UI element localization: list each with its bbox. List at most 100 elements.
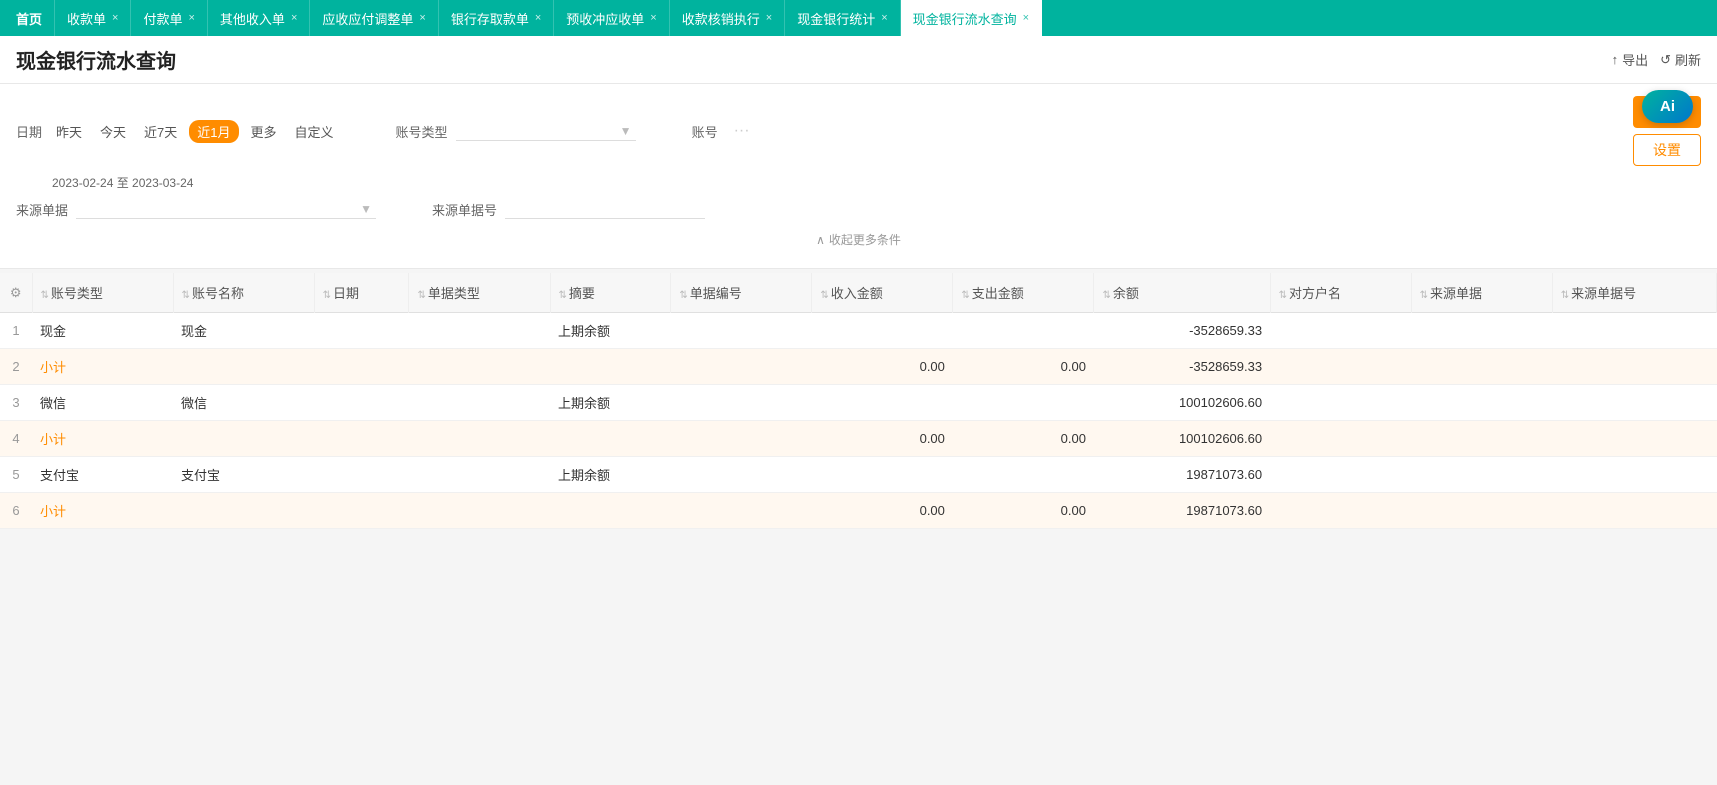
table-cell — [1270, 385, 1411, 421]
date-label: 日期 — [16, 122, 42, 141]
table-cell — [1411, 349, 1552, 385]
table-body: 1现金现金上期余额-3528659.332小计0.000.00-3528659.… — [0, 313, 1717, 529]
nav-tab-0-close[interactable]: × — [112, 12, 118, 24]
date-range-display: 2023-02-24 至 2023-03-24 — [52, 174, 193, 191]
col-counterparty: ⇅对方户名 — [1270, 273, 1411, 313]
table-cell — [1411, 385, 1552, 421]
table-cell — [953, 313, 1094, 349]
nav-tab-7-close[interactable]: × — [881, 12, 887, 24]
table-row: 5支付宝支付宝上期余额19871073.60 — [0, 457, 1717, 493]
account-type-filter: 账号类型 ▼ — [396, 122, 636, 141]
table-cell: 0.00 — [953, 493, 1094, 529]
nav-home[interactable]: 首页 — [4, 0, 55, 36]
nav-tab-0[interactable]: 收款单 × — [55, 0, 131, 36]
source-doc-select[interactable]: ▼ — [76, 200, 376, 219]
table-cell — [409, 421, 550, 457]
ai-button[interactable]: Ai — [1642, 90, 1693, 123]
setting-button[interactable]: 设置 — [1633, 134, 1701, 166]
table-cell — [1411, 457, 1552, 493]
nav-tab-6[interactable]: 收款核销执行 × — [670, 0, 785, 36]
table-cell: -3528659.33 — [1094, 349, 1270, 385]
refresh-button[interactable]: ↺ 刷新 — [1660, 50, 1701, 69]
table-cell — [173, 493, 314, 529]
nav-home-label: 首页 — [16, 9, 42, 28]
nav-tab-2-label: 其他收入单 — [220, 9, 285, 28]
table-cell: 上期余额 — [550, 457, 671, 493]
source-doc-num-filter: 来源单据号 — [432, 199, 705, 219]
nav-tab-4-close[interactable]: × — [535, 12, 541, 24]
export-icon: ↑ — [1612, 52, 1619, 67]
nav-tab-7[interactable]: 现金银行统计 × — [785, 0, 900, 36]
nav-tab-3-label: 应收应付调整单 — [322, 9, 413, 28]
table-cell: 0.00 — [812, 349, 953, 385]
page-title: 现金银行流水查询 — [16, 45, 176, 74]
table-cell: 0.00 — [953, 349, 1094, 385]
table-cell — [953, 385, 1094, 421]
nav-tab-5[interactable]: 预收冲应收单 × — [554, 0, 669, 36]
nav-tab-7-label: 现金银行统计 — [797, 9, 875, 28]
table-cell — [550, 493, 671, 529]
date-today[interactable]: 今天 — [94, 120, 132, 143]
nav-tab-5-close[interactable]: × — [650, 12, 656, 24]
nav-tab-1[interactable]: 付款单 × — [131, 0, 207, 36]
table-container: ⚙ ⇅账号类型 ⇅账号名称 ⇅日期 ⇅单据类型 ⇅摘要 ⇅单据编号 ⇅收入金额 … — [0, 273, 1717, 529]
table-cell: 小计 — [32, 421, 173, 457]
date-custom[interactable]: 自定义 — [289, 120, 340, 143]
table-cell — [1552, 385, 1716, 421]
table-cell: 0.00 — [953, 421, 1094, 457]
nav-tab-2-close[interactable]: × — [291, 12, 297, 24]
table-cell: 小计 — [32, 493, 173, 529]
table-cell — [671, 421, 812, 457]
nav-tab-8[interactable]: 现金银行流水查询 × — [901, 0, 1042, 36]
date-7days[interactable]: 近7天 — [138, 120, 183, 143]
source-doc-num-input[interactable] — [505, 199, 705, 219]
col-gear[interactable]: ⚙ — [0, 273, 32, 313]
table-cell: 现金 — [173, 313, 314, 349]
filter-row-1: 日期 昨天 今天 近7天 近1月 更多 自定义 账号类型 ▼ 账号 ··· — [16, 96, 1701, 166]
export-button[interactable]: ↑ 导出 — [1612, 50, 1649, 69]
nav-tab-8-close[interactable]: × — [1023, 12, 1029, 24]
nav-tab-6-close[interactable]: × — [766, 12, 772, 24]
nav-tab-1-label: 付款单 — [143, 9, 182, 28]
table-row: 4小计0.000.00100102606.60 — [0, 421, 1717, 457]
table-cell — [671, 457, 812, 493]
table-cell — [812, 313, 953, 349]
nav-tab-4[interactable]: 银行存取款单 × — [439, 0, 554, 36]
nav-tab-3[interactable]: 应收应付调整单 × — [310, 0, 438, 36]
table-cell: 6 — [0, 493, 32, 529]
table-cell — [409, 493, 550, 529]
nav-tab-1-close[interactable]: × — [188, 12, 194, 24]
table-cell: 1 — [0, 313, 32, 349]
table-row: 1现金现金上期余额-3528659.33 — [0, 313, 1717, 349]
filter-row-2: 来源单据 ▼ 来源单据号 — [16, 199, 1701, 219]
collapse-bar[interactable]: ∧ 收起更多条件 — [16, 227, 1701, 256]
account-dots[interactable]: ··· — [734, 122, 750, 140]
nav-tab-5-label: 预收冲应收单 — [566, 9, 644, 28]
date-1month[interactable]: 近1月 — [189, 120, 238, 143]
table-row: 6小计0.000.0019871073.60 — [0, 493, 1717, 529]
table-cell — [314, 385, 409, 421]
table-cell: 0.00 — [812, 421, 953, 457]
nav-tab-0-label: 收款单 — [67, 9, 106, 28]
nav-tab-6-label: 收款核销执行 — [682, 9, 760, 28]
top-nav: 首页 收款单 × 付款单 × 其他收入单 × 应收应付调整单 × 银行存取款单 … — [0, 0, 1717, 36]
table-cell — [1552, 313, 1716, 349]
table-cell: 19871073.60 — [1094, 493, 1270, 529]
table-cell — [409, 313, 550, 349]
source-doc-filter: 来源单据 ▼ — [16, 200, 376, 219]
col-doc-type: ⇅单据类型 — [409, 273, 550, 313]
account-type-select[interactable]: ▼ — [456, 122, 636, 141]
account-type-chevron-icon: ▼ — [620, 124, 632, 138]
header-actions: ↑ 导出 ↺ 刷新 — [1612, 50, 1701, 69]
date-more[interactable]: 更多 — [245, 120, 283, 143]
col-date: ⇅日期 — [314, 273, 409, 313]
date-yesterday[interactable]: 昨天 — [50, 120, 88, 143]
nav-tab-4-label: 银行存取款单 — [451, 9, 529, 28]
table-cell — [550, 349, 671, 385]
table-cell: 微信 — [173, 385, 314, 421]
collapse-label: 收起更多条件 — [829, 231, 901, 248]
col-source-doc: ⇅来源单据 — [1411, 273, 1552, 313]
table-cell: 微信 — [32, 385, 173, 421]
nav-tab-3-close[interactable]: × — [419, 12, 425, 24]
nav-tab-2[interactable]: 其他收入单 × — [208, 0, 310, 36]
